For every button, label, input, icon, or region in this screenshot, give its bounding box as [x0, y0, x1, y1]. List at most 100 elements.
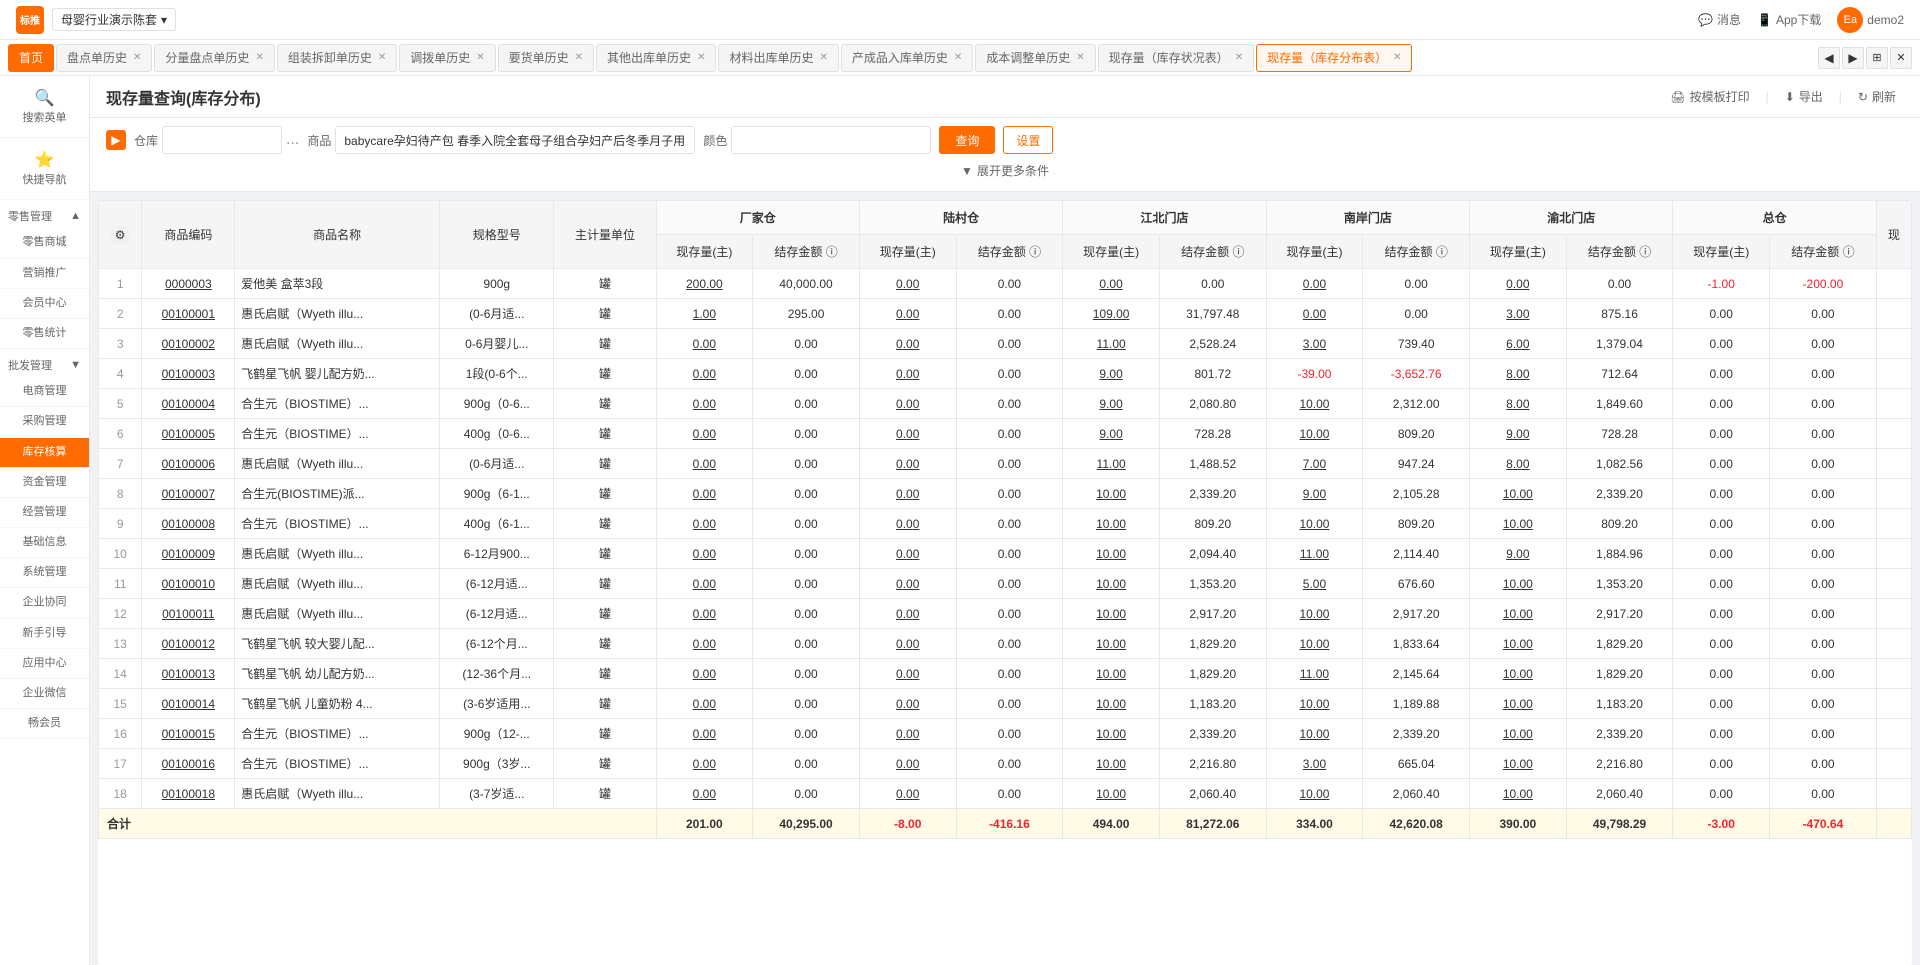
sidebar-item-collaboration[interactable]: 企业协同 — [0, 588, 89, 618]
refresh-btn[interactable]: ↻ 刷新 — [1850, 84, 1904, 109]
tab-prev-btn[interactable]: ◀ — [1818, 47, 1840, 69]
sidebar-item-ecommerce[interactable]: 电商管理 — [0, 377, 89, 407]
close-icon[interactable]: ✕ — [1235, 52, 1243, 63]
table-row: 6 00100005 合生元（BIOSTIME）... 400g（0-6... … — [99, 419, 1912, 449]
sidebar-item-basic-info[interactable]: 基础信息 — [0, 528, 89, 558]
summary-cur — [1876, 809, 1911, 839]
sidebar-item-guide[interactable]: 新手引导 — [0, 619, 89, 649]
filter-expand-btn[interactable]: ▶ — [106, 130, 126, 150]
sidebar-section-wholesale[interactable]: 批发管理 ▼ — [0, 349, 89, 377]
print-btn[interactable]: 🖨 按模板打印 — [1662, 84, 1757, 109]
row-f-amt: 0.00 — [753, 359, 860, 389]
tab-expand-btn[interactable]: ⊞ — [1866, 47, 1888, 69]
row-jb-amt: 2,917.20 — [1159, 599, 1266, 629]
row-num: 15 — [99, 689, 142, 719]
row-l-qty: 0.00 — [859, 479, 956, 509]
message-btn[interactable]: 💬 消息 — [1698, 11, 1741, 28]
close-icon[interactable]: ✕ — [378, 52, 386, 63]
col-unit: 主计量单位 — [554, 201, 656, 269]
sidebar-item-marketing[interactable]: 营销推广 — [0, 259, 89, 289]
refresh-label: 刷新 — [1872, 88, 1896, 105]
row-yb-qty: 3.00 — [1470, 299, 1567, 329]
sidebar-item-nav[interactable]: ⭐ 快捷导航 — [0, 138, 89, 200]
row-nb-qty: 10.00 — [1266, 629, 1363, 659]
table-row: 18 00100018 惠氏启赋（Wyeth illu... (3-7岁适...… — [99, 779, 1912, 809]
row-code: 00100001 — [142, 299, 235, 329]
tab-next-btn[interactable]: ▶ — [1842, 47, 1864, 69]
close-icon[interactable]: ✕ — [476, 52, 484, 63]
tab-transfer-history[interactable]: 调拨单历史 ✕ — [399, 44, 495, 72]
close-icon[interactable]: ✕ — [697, 52, 705, 63]
industry-selector[interactable]: 母婴行业演示陈套 ▾ — [52, 8, 176, 31]
tab-home[interactable]: 首页 — [8, 44, 54, 72]
warehouse-dots[interactable]: ... — [286, 131, 299, 149]
tab-other-out-history[interactable]: 其他出库单历史 ✕ — [596, 44, 716, 72]
row-jb-amt: 2,080.80 — [1159, 389, 1266, 419]
tab-close-all-btn[interactable]: ✕ — [1890, 47, 1912, 69]
close-icon[interactable]: ✕ — [1076, 52, 1084, 63]
sidebar-item-operations[interactable]: 经营管理 — [0, 498, 89, 528]
sidebar-item-mall[interactable]: 零售商城 — [0, 228, 89, 258]
summary-nb-amt: 42,620.08 — [1363, 809, 1470, 839]
row-num: 16 — [99, 719, 142, 749]
export-btn[interactable]: ⬇ 导出 — [1777, 84, 1831, 109]
sidebar-item-retail-stats[interactable]: 零售统计 — [0, 319, 89, 349]
summary-zc-qty: -3.00 — [1673, 809, 1770, 839]
sidebar-item-wechat[interactable]: 企业微信 — [0, 679, 89, 709]
close-icon[interactable]: ✕ — [1393, 52, 1401, 63]
row-nb-qty: 11.00 — [1266, 539, 1363, 569]
sidebar-item-member2[interactable]: 畅会员 — [0, 709, 89, 739]
row-nb-amt: 665.04 — [1363, 749, 1470, 779]
row-nb-qty: 11.00 — [1266, 659, 1363, 689]
row-l-qty: 0.00 — [859, 509, 956, 539]
row-unit: 罐 — [554, 509, 656, 539]
row-yb-amt: 2,339.20 — [1566, 719, 1673, 749]
sidebar-item-member[interactable]: 会员中心 — [0, 289, 89, 319]
tab-stock-status[interactable]: 现存量（库存状况表） ✕ — [1098, 44, 1254, 72]
user-area[interactable]: Ea demo2 — [1837, 7, 1904, 33]
tab-material-out-history[interactable]: 材料出库单历史 ✕ — [718, 44, 838, 72]
tab-product-in-history[interactable]: 产成品入库单历史 ✕ — [841, 44, 973, 72]
setting-btn[interactable]: 设置 — [1003, 126, 1053, 154]
member2-label: 畅会员 — [28, 717, 61, 730]
app-download-btn[interactable]: 📱 App下载 — [1757, 11, 1821, 28]
sidebar-item-purchase[interactable]: 采购管理 — [0, 407, 89, 437]
col-yb-amt: 结存金额 ⓘ — [1566, 235, 1673, 269]
row-jb-qty: 10.00 — [1063, 779, 1160, 809]
col-settings[interactable]: ⚙ — [99, 201, 142, 269]
row-zc-qty: 0.00 — [1673, 689, 1770, 719]
close-icon[interactable]: ✕ — [819, 52, 827, 63]
goods-input[interactable] — [335, 126, 695, 154]
sidebar-item-search[interactable]: 🔍 搜索英单 — [0, 76, 89, 138]
tab-assembly-history[interactable]: 组装拆卸单历史 ✕ — [277, 44, 397, 72]
filter-more-btn[interactable]: ▼ 展开更多条件 — [106, 158, 1904, 183]
row-num: 5 — [99, 389, 142, 419]
search-btn[interactable]: 查询 — [939, 126, 995, 154]
col-name: 商品名称 — [235, 201, 440, 269]
row-l-qty: 0.00 — [859, 749, 956, 779]
row-spec: 900g（3岁... — [440, 749, 554, 779]
sidebar-item-inventory[interactable]: 库存核算 — [0, 438, 89, 468]
row-code: 00100014 — [142, 689, 235, 719]
close-icon[interactable]: ✕ — [954, 52, 962, 63]
username-label: demo2 — [1867, 13, 1904, 27]
sidebar-item-app-center[interactable]: 应用中心 — [0, 649, 89, 679]
marketing-label: 营销推广 — [23, 267, 67, 280]
close-icon[interactable]: ✕ — [255, 52, 263, 63]
tab-cost-adjust-history[interactable]: 成本调整单历史 ✕ — [975, 44, 1095, 72]
sidebar-section-retail[interactable]: 零售管理 ▲ — [0, 200, 89, 228]
row-zc-qty: 0.00 — [1673, 539, 1770, 569]
sidebar-item-finance[interactable]: 资金管理 — [0, 468, 89, 498]
row-yb-amt: 2,339.20 — [1566, 479, 1673, 509]
close-icon[interactable]: ✕ — [575, 52, 583, 63]
warehouse-input[interactable] — [162, 126, 282, 154]
row-f-qty: 0.00 — [656, 509, 753, 539]
color-input[interactable] — [731, 126, 931, 154]
tab-requisition-history[interactable]: 要货单历史 ✕ — [498, 44, 594, 72]
tab-stock-distribution[interactable]: 现存量（库存分布表） ✕ — [1256, 44, 1412, 72]
sidebar-item-system[interactable]: 系统管理 — [0, 558, 89, 588]
tab-sub-inventory-history[interactable]: 分量盘点单历史 ✕ — [154, 44, 274, 72]
close-icon[interactable]: ✕ — [133, 52, 141, 63]
row-jb-qty: 10.00 — [1063, 569, 1160, 599]
tab-inventory-history[interactable]: 盘点单历史 ✕ — [56, 44, 152, 72]
